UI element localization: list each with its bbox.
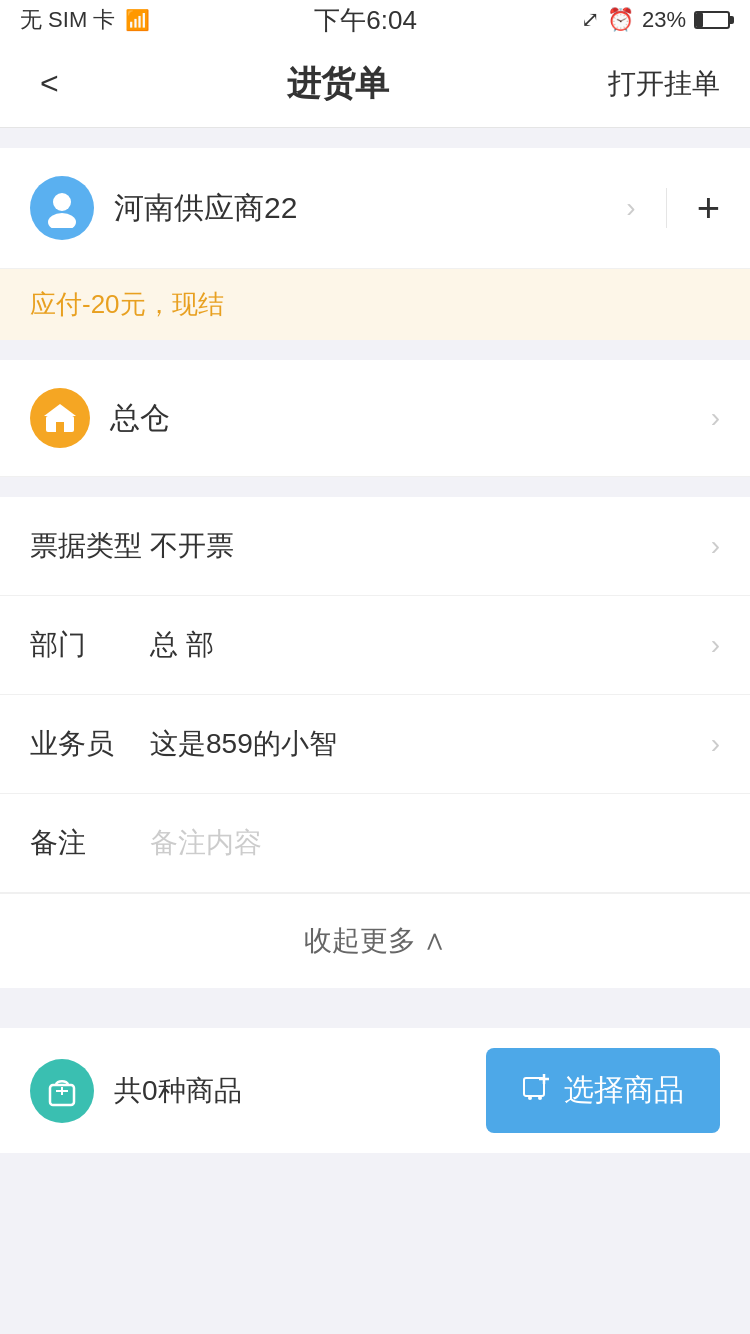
carrier-label: 无 SIM 卡 <box>20 5 115 35</box>
invoice-row[interactable]: 票据类型 不开票 › <box>0 497 750 596</box>
invoice-value: 不开票 <box>150 527 711 565</box>
svg-point-0 <box>53 193 71 211</box>
collapse-row[interactable]: 收起更多 ∧ <box>0 893 750 988</box>
battery-icon <box>694 11 730 29</box>
page-title: 进货单 <box>287 61 389 107</box>
select-btn-icon <box>522 1072 552 1109</box>
shopping-bag-icon <box>44 1073 80 1109</box>
supplier-name: 河南供应商22 <box>114 188 626 229</box>
warehouse-icon-bg <box>30 388 90 448</box>
user-icon <box>42 188 82 228</box>
salesperson-row[interactable]: 业务员 这是859的小智 › <box>0 695 750 794</box>
status-bar: 无 SIM 卡 📶 下午6:04 ⤢ ⏰ 23% <box>0 0 750 40</box>
status-time: 下午6:04 <box>314 3 417 38</box>
section-gap-2 <box>0 340 750 360</box>
invoice-label: 票据类型 <box>30 527 150 565</box>
select-product-button[interactable]: 选择商品 <box>486 1048 720 1133</box>
salesperson-chevron-icon[interactable]: › <box>711 728 720 760</box>
department-chevron-icon[interactable]: › <box>711 629 720 661</box>
department-row[interactable]: 部门 总 部 › <box>0 596 750 695</box>
svg-rect-4 <box>56 422 64 432</box>
battery-percentage: 23% <box>642 7 686 33</box>
svg-point-11 <box>528 1096 532 1100</box>
section-gap-4 <box>0 988 750 1008</box>
location-icon: ⤢ <box>581 7 599 33</box>
svg-rect-8 <box>524 1078 544 1096</box>
svg-point-12 <box>538 1096 542 1100</box>
warehouse-section: 总仓 › <box>0 360 750 477</box>
section-gap-1 <box>0 128 750 148</box>
notice-bar: 应付-20元，现结 <box>0 269 750 340</box>
product-count: 共0种商品 <box>114 1072 466 1110</box>
form-section: 票据类型 不开票 › 部门 总 部 › 业务员 这是859的小智 › 备注 备注… <box>0 497 750 988</box>
supplier-section: 河南供应商22 › + 应付-20元，现结 <box>0 148 750 340</box>
supplier-avatar <box>30 176 94 240</box>
back-button[interactable]: < <box>30 55 69 112</box>
warehouse-label: 总仓 <box>110 398 711 439</box>
department-value: 总 部 <box>150 626 711 664</box>
invoice-chevron-icon[interactable]: › <box>711 530 720 562</box>
chevron-right-icon[interactable]: › <box>626 192 635 224</box>
cart-add-icon <box>522 1072 552 1102</box>
add-icon[interactable]: + <box>697 186 720 231</box>
collapse-label[interactable]: 收起更多 ∧ <box>304 922 447 960</box>
remark-row[interactable]: 备注 备注内容 <box>0 794 750 893</box>
svg-marker-3 <box>44 404 76 416</box>
svg-point-1 <box>48 213 76 228</box>
open-pending-button[interactable]: 打开挂单 <box>608 65 720 103</box>
warehouse-chevron-icon[interactable]: › <box>711 402 720 434</box>
select-product-label: 选择商品 <box>564 1070 684 1111</box>
status-right: ⤢ ⏰ 23% <box>581 7 730 33</box>
salesperson-label: 业务员 <box>30 725 150 763</box>
wifi-icon: 📶 <box>125 8 150 32</box>
supplier-row[interactable]: 河南供应商22 › + <box>0 148 750 269</box>
notice-text: 应付-20元，现结 <box>30 289 224 319</box>
nav-bar: < 进货单 打开挂单 <box>0 40 750 128</box>
supplier-actions: › + <box>626 186 720 231</box>
alarm-icon: ⏰ <box>607 7 634 33</box>
bottom-bar: 共0种商品 选择商品 <box>0 1028 750 1153</box>
remark-label: 备注 <box>30 824 150 862</box>
warehouse-row[interactable]: 总仓 › <box>0 360 750 477</box>
section-gap-3 <box>0 477 750 497</box>
warehouse-icon <box>42 400 78 436</box>
remark-input[interactable]: 备注内容 <box>150 824 720 862</box>
department-label: 部门 <box>30 626 150 664</box>
status-left: 无 SIM 卡 📶 <box>20 5 150 35</box>
vertical-divider <box>666 188 667 228</box>
product-bag-icon-bg <box>30 1059 94 1123</box>
salesperson-value: 这是859的小智 <box>150 725 711 763</box>
